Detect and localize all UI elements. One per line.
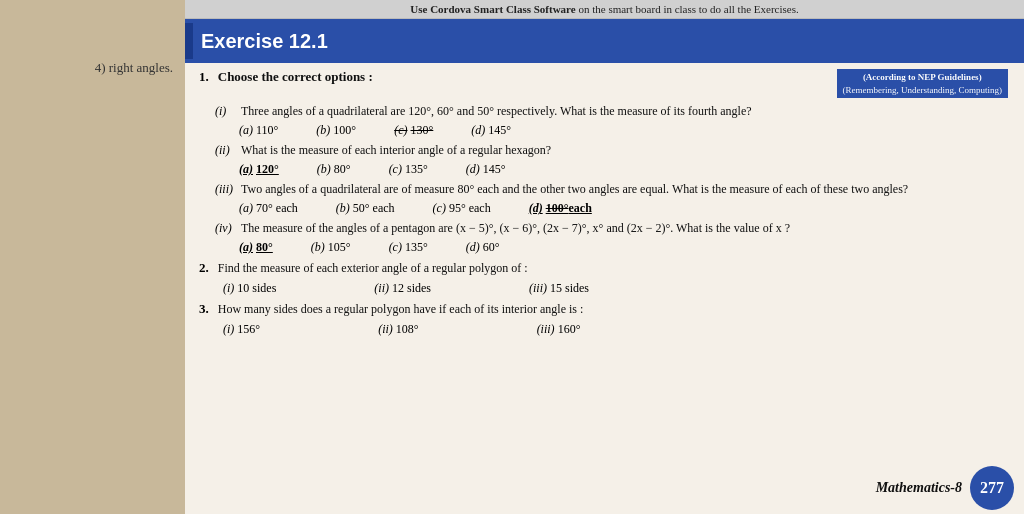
opt-iii-b: (b) 50° each [336, 201, 395, 216]
page-content: Use Cordova Smart Class Software on the … [185, 0, 1024, 514]
s3-part-i: (i) 156° [223, 322, 260, 337]
opt-ii-d: (d) 145° [466, 162, 506, 177]
section3: 3. How many sides does a regular polygon… [199, 300, 1008, 337]
q-i-options: (a) 110° (b) 100° (c) 130° (d) 145° [239, 123, 1008, 138]
s2-part-iii: (iii) 15 sides [529, 281, 589, 296]
page-number: 277 [980, 479, 1004, 497]
q-ii-num: (ii) [215, 143, 237, 158]
opt-iv-d: (d) 60° [466, 240, 500, 255]
footer: Mathematics-8 277 [185, 462, 1024, 514]
opt-i-a: (a) 110° [239, 123, 278, 138]
q-ii-options: (a) 120° (b) 80° (c) 135° (d) 145° [239, 162, 1008, 177]
section1-header: 1. Choose the correct options : (Accordi… [199, 69, 1008, 98]
blue-bar [185, 23, 193, 59]
opt-iii-a: (a) 70° each [239, 201, 298, 216]
opt-i-c: (c) 130° [394, 123, 433, 138]
opt-ii-a: (a) 120° [239, 162, 279, 177]
q-i-row: (i) Three angles of a quadrilateral are … [215, 102, 1008, 122]
q-i-num: (i) [215, 104, 237, 119]
opt-iv-b: (b) 105° [311, 240, 351, 255]
q-ii-text: What is the measure of each interior ang… [241, 141, 551, 159]
section2: 2. Find the measure of each exterior ang… [199, 259, 1008, 296]
opt-i-d: (d) 145° [471, 123, 511, 138]
nep-box: (According to NEP Guidelines) (Rememberi… [837, 69, 1008, 98]
exercise-title: Exercise 12.1 [201, 30, 328, 53]
q-iii-options: (a) 70° each (b) 50° each (c) 95° each (… [239, 201, 1008, 216]
section2-parts: (i) 10 sides (ii) 12 sides (iii) 15 side… [223, 281, 1008, 296]
q-iv-options: (a) 80° (b) 105° (c) 135° (d) 60° [239, 240, 1008, 255]
q-i-text: Three angles of a quadrilateral are 120°… [241, 102, 752, 120]
nep-subtitle: (Remembering, Understanding, Computing) [843, 84, 1002, 97]
banner-text: on the smart board in class to do all th… [576, 3, 799, 15]
q-iv-text: The measure of the angles of a pentagon … [241, 219, 790, 237]
section2-num: 2. [199, 260, 209, 276]
q-iv-row: (iv) The measure of the angles of a pent… [215, 219, 1008, 239]
section1-label-row: 1. Choose the correct options : [199, 69, 373, 85]
question-i: (i) Three angles of a quadrilateral are … [215, 102, 1008, 138]
margin-note: 4) right angles. [95, 60, 173, 76]
left-margin: 4) right angles. [0, 0, 185, 514]
q-iii-num: (iii) [215, 182, 237, 197]
opt-iii-c: (c) 95° each [433, 201, 491, 216]
q-iv-num: (iv) [215, 221, 237, 236]
s2-part-ii: (ii) 12 sides [374, 281, 431, 296]
opt-iii-d: (d) 100° each [529, 201, 592, 216]
opt-iv-a: (a) 80° [239, 240, 273, 255]
footer-label: Mathematics-8 [876, 480, 962, 496]
exercise-header: Exercise 12.1 [185, 19, 1024, 63]
top-banner: Use Cordova Smart Class Software on the … [185, 0, 1024, 19]
q-iii-text: Two angles of a quadrilateral are of mea… [241, 180, 908, 198]
q-iii-row: (iii) Two angles of a quadrilateral are … [215, 180, 1008, 200]
opt-ii-b: (b) 80° [317, 162, 351, 177]
question-iv: (iv) The measure of the angles of a pent… [215, 219, 1008, 255]
section2-text: Find the measure of each exterior angle … [218, 259, 528, 277]
nep-title: (According to NEP Guidelines) [843, 71, 1002, 84]
opt-iv-c: (c) 135° [389, 240, 428, 255]
s3-part-ii: (ii) 108° [378, 322, 418, 337]
section3-row: 3. How many sides does a regular polygon… [199, 300, 1008, 320]
s2-part-i: (i) 10 sides [223, 281, 276, 296]
section1-text: Choose the correct options : [218, 69, 373, 85]
content-area: 1. Choose the correct options : (Accordi… [185, 67, 1024, 344]
section3-parts: (i) 156° (ii) 108° (iii) 160° [223, 322, 1008, 337]
section1-num: 1. [199, 69, 209, 85]
section3-num: 3. [199, 301, 209, 317]
question-iii: (iii) Two angles of a quadrilateral are … [215, 180, 1008, 216]
s3-part-iii: (iii) 160° [537, 322, 581, 337]
q-ii-row: (ii) What is the measure of each interio… [215, 141, 1008, 161]
section2-row: 2. Find the measure of each exterior ang… [199, 259, 1008, 279]
opt-ii-c: (c) 135° [389, 162, 428, 177]
question-ii: (ii) What is the measure of each interio… [215, 141, 1008, 177]
banner-bold: Use Cordova Smart Class Software [410, 3, 575, 15]
page-number-badge: 277 [970, 466, 1014, 510]
opt-i-b: (b) 100° [316, 123, 356, 138]
section3-text: How many sides does a regular polygon ha… [218, 300, 584, 318]
